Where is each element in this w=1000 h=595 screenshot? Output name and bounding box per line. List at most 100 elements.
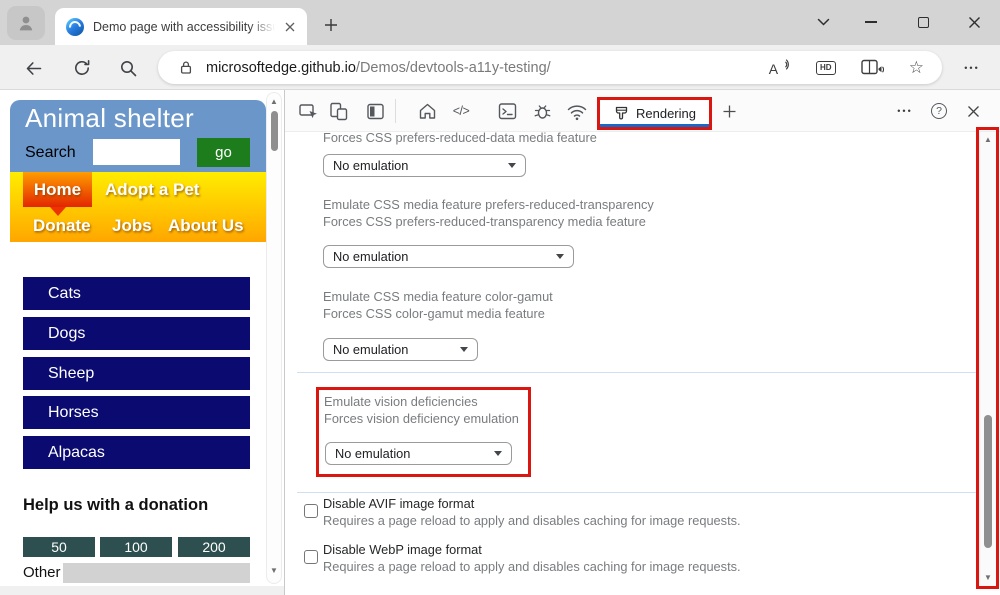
devtools-scrollbar-thumb[interactable] xyxy=(984,415,992,548)
plus-icon xyxy=(323,17,339,33)
code-brackets-icon: </> xyxy=(452,104,470,118)
hd-media-badge-button[interactable]: HD xyxy=(815,60,836,75)
go-button[interactable]: go xyxy=(197,138,250,167)
donate-50-button[interactable]: 50 xyxy=(23,537,95,557)
devtools-close-button[interactable] xyxy=(961,99,985,123)
split-screen-button[interactable] xyxy=(861,59,884,76)
devtools-panel: </> Rendering ••• ? Forces CSS prefers-r… xyxy=(284,90,1000,595)
page-vertical-scrollbar[interactable]: ▲ ▼ xyxy=(266,92,282,584)
sources-tool-button[interactable]: </> xyxy=(449,99,473,123)
close-icon xyxy=(967,105,979,117)
disable-webp-label: Disable WebP image format xyxy=(323,542,482,557)
site-content: Animal shelter Search go Home Adopt a Pe… xyxy=(0,90,284,595)
disable-avif-checkbox[interactable] xyxy=(304,504,318,518)
plus-icon xyxy=(723,105,735,117)
person-icon xyxy=(16,13,36,33)
color-gamut-description: Forces CSS color-gamut media feature xyxy=(323,306,545,321)
favorites-star-button[interactable]: ☆ xyxy=(909,59,924,76)
reduced-transparency-title: Emulate CSS media feature prefers-reduce… xyxy=(323,197,654,212)
nav-item-jobs[interactable]: Jobs xyxy=(112,216,152,236)
donate-200-button[interactable]: 200 xyxy=(178,537,250,557)
active-tab-indicator xyxy=(600,124,709,127)
disable-webp-checkbox[interactable] xyxy=(304,550,318,564)
page-horizontal-scrollbar[interactable] xyxy=(0,586,284,595)
arrow-left-icon xyxy=(26,61,41,75)
scroll-up-icon[interactable]: ▲ xyxy=(267,97,281,107)
tab-actions-menu-button[interactable] xyxy=(810,10,836,34)
reduced-data-dropdown[interactable]: No emulation xyxy=(323,154,526,177)
browser-settings-more-button[interactable]: ••• xyxy=(959,55,985,81)
page-header: Animal shelter Search go xyxy=(10,100,266,172)
back-button[interactable] xyxy=(20,55,46,81)
search-label: Search xyxy=(25,144,76,161)
toolbar-divider xyxy=(395,99,396,123)
devtools-more-button[interactable]: ••• xyxy=(893,99,917,123)
tab-title: Demo page with accessibility issu xyxy=(93,19,275,34)
new-tab-button[interactable] xyxy=(318,12,344,38)
category-button-dogs[interactable]: Dogs xyxy=(23,317,250,350)
wifi-icon xyxy=(567,104,587,120)
nav-item-donate[interactable]: Donate xyxy=(33,216,91,236)
rendering-tab[interactable]: Rendering xyxy=(597,97,712,130)
chevron-down-icon xyxy=(816,16,831,28)
issues-tool-button[interactable] xyxy=(530,99,554,123)
address-bar[interactable]: microsoftedge.github.io/Demos/devtools-a… xyxy=(158,51,942,84)
maximize-button[interactable] xyxy=(910,10,936,34)
devtools-scrollbar[interactable]: ▲ ▼ xyxy=(979,132,996,588)
help-icon: ? xyxy=(931,103,947,119)
add-tool-button[interactable] xyxy=(717,99,741,123)
read-aloud-button[interactable]: A xyxy=(768,58,791,77)
close-icon xyxy=(968,16,981,29)
device-emulation-button[interactable] xyxy=(326,99,350,123)
devtools-help-button[interactable]: ? xyxy=(927,99,951,123)
window-close-button[interactable] xyxy=(961,10,987,34)
more-dots-icon: ••• xyxy=(897,106,913,116)
paint-brush-icon xyxy=(615,106,628,120)
reduced-transparency-dropdown[interactable]: No emulation xyxy=(323,245,574,268)
category-button-alpacas[interactable]: Alpacas xyxy=(23,436,250,469)
page-title: Animal shelter xyxy=(25,103,194,133)
network-conditions-button[interactable] xyxy=(565,99,589,123)
refresh-button[interactable] xyxy=(69,55,95,81)
vision-deficiencies-dropdown[interactable]: No emulation xyxy=(325,442,512,465)
vision-deficiencies-description: Forces vision deficiency emulation xyxy=(324,411,519,426)
minimize-button[interactable] xyxy=(858,10,884,34)
search-icon-button[interactable] xyxy=(115,55,141,81)
console-tool-button[interactable] xyxy=(495,99,519,123)
nav-item-adopt-a-pet[interactable]: Adopt a Pet xyxy=(105,180,199,200)
disable-avif-label: Disable AVIF image format xyxy=(323,496,475,511)
category-button-sheep[interactable]: Sheep xyxy=(23,357,250,390)
section-divider xyxy=(297,372,989,373)
donate-100-button[interactable]: 100 xyxy=(100,537,172,557)
search-input[interactable] xyxy=(93,139,180,165)
nav-item-about-us[interactable]: About Us xyxy=(168,216,244,236)
scroll-down-icon[interactable]: ▼ xyxy=(980,573,996,583)
scroll-up-icon[interactable]: ▲ xyxy=(980,135,996,145)
category-button-horses[interactable]: Horses xyxy=(23,396,250,429)
browser-tab[interactable]: Demo page with accessibility issu xyxy=(55,8,307,45)
reduced-data-description: Forces CSS prefers-reduced-data media fe… xyxy=(323,130,597,145)
tab-close-button[interactable] xyxy=(281,18,299,36)
color-gamut-dropdown[interactable]: No emulation xyxy=(323,338,478,361)
other-amount-input[interactable] xyxy=(63,563,250,583)
rendering-tab-label: Rendering xyxy=(636,106,696,121)
donation-heading: Help us with a donation xyxy=(23,496,209,514)
scroll-down-icon[interactable]: ▼ xyxy=(267,566,281,576)
inspect-icon xyxy=(298,103,317,118)
search-icon xyxy=(120,60,136,76)
disable-webp-description: Requires a page reload to apply and disa… xyxy=(323,559,741,574)
browser-toolbar: microsoftedge.github.io/Demos/devtools-a… xyxy=(0,45,1000,90)
profile-button[interactable] xyxy=(7,6,45,40)
inspect-element-button[interactable] xyxy=(296,99,320,123)
console-icon xyxy=(498,102,516,119)
nav-item-home[interactable]: Home xyxy=(23,172,92,207)
page-scrollbar-thumb[interactable] xyxy=(271,111,278,151)
vision-deficiencies-title: Emulate vision deficiencies xyxy=(324,394,478,409)
welcome-tool-button[interactable] xyxy=(415,99,439,123)
read-aloud-letter: A xyxy=(768,60,779,77)
bug-icon xyxy=(534,104,550,119)
maximize-icon xyxy=(917,16,929,28)
dock-side-button[interactable] xyxy=(363,99,387,123)
lock-icon xyxy=(179,60,193,75)
category-button-cats[interactable]: Cats xyxy=(23,277,250,310)
